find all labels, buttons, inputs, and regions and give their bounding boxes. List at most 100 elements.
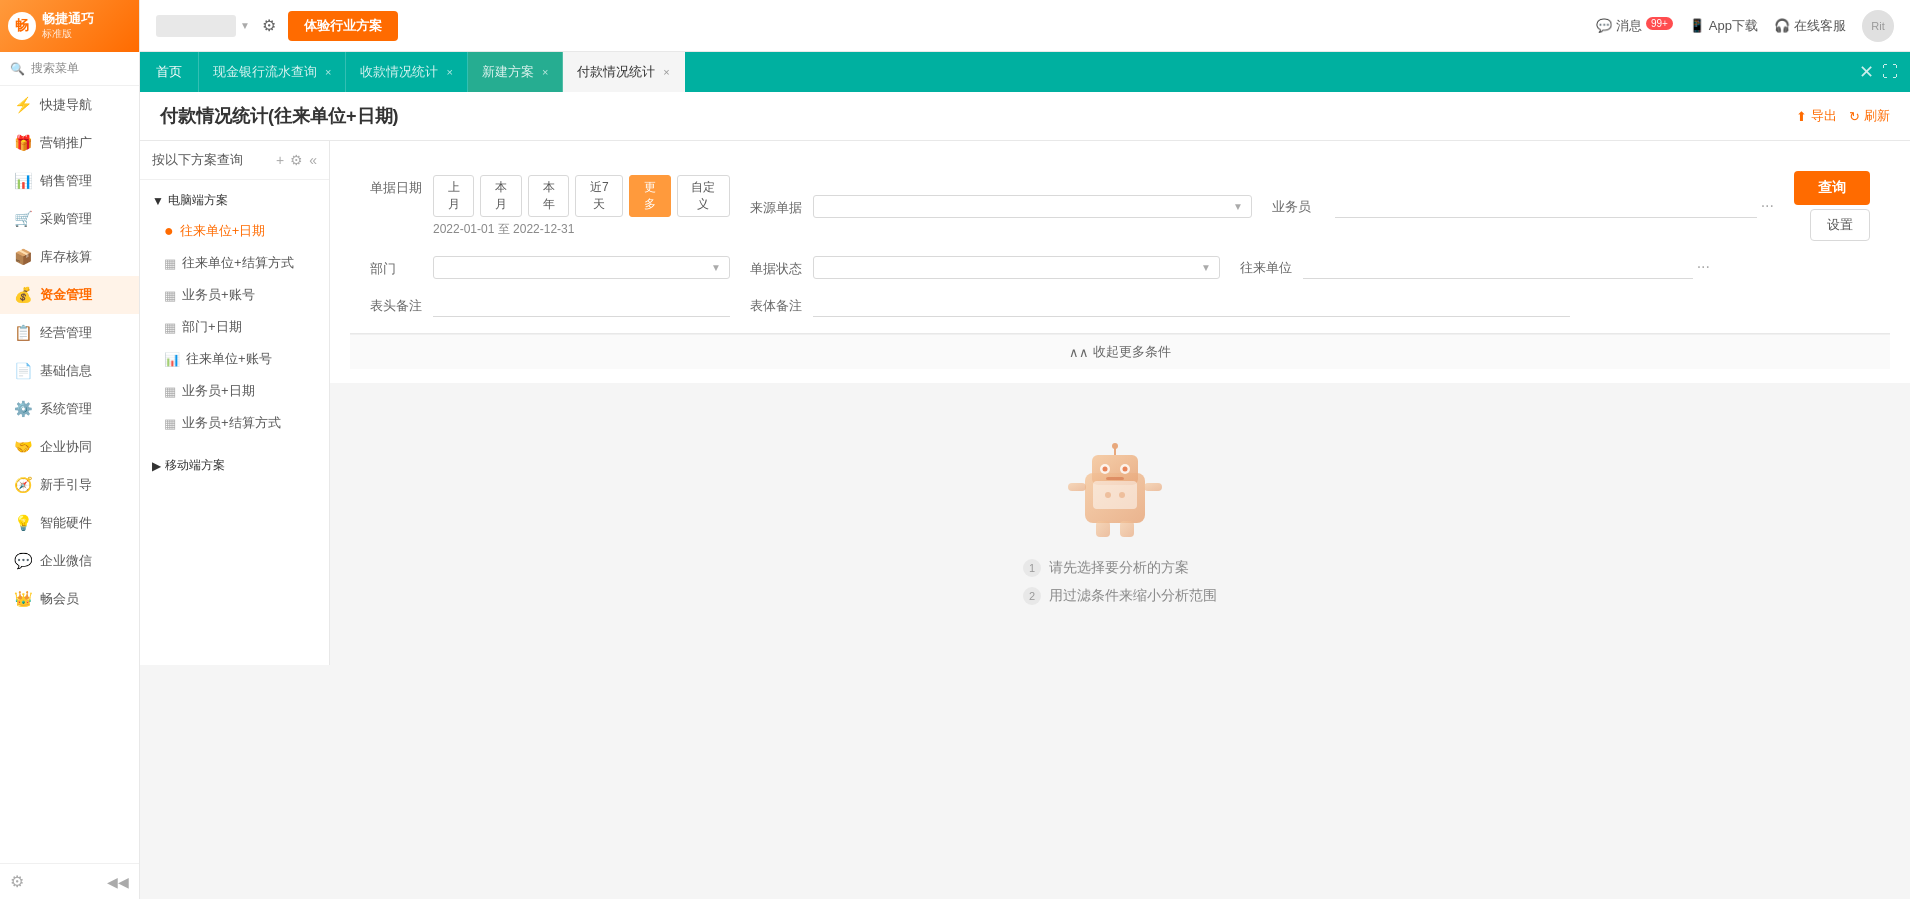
tab-close-receipt[interactable]: ×	[446, 66, 452, 78]
query-button[interactable]: 查询	[1794, 171, 1870, 205]
date-filter-group: 单据日期 上月 本月 本年 近7天 更多 自定义	[370, 175, 730, 238]
sidebar-item-guide[interactable]: 🧭 新手引导	[0, 466, 139, 504]
message-icon: 💬	[1596, 18, 1612, 33]
sidebar-item-sys-mgmt[interactable]: ⚙️ 系统管理	[0, 390, 139, 428]
sidebar-item-smart-hw[interactable]: 💡 智能硬件	[0, 504, 139, 542]
tab-home[interactable]: 首页	[140, 52, 199, 92]
body-note-input[interactable]	[813, 293, 1570, 317]
head-note-input[interactable]	[433, 293, 730, 317]
sidebar-item-purchase[interactable]: 🛒 采购管理	[0, 200, 139, 238]
date-btn-last-month[interactable]: 上月	[433, 175, 474, 217]
svg-point-8	[1112, 443, 1118, 449]
scheme-grid-icon-2: ▦	[164, 288, 176, 303]
body-note-label: 表体备注	[750, 293, 805, 315]
svg-rect-10	[1144, 483, 1162, 491]
footer-settings-icon[interactable]: ⚙	[10, 872, 24, 891]
tab-new-scheme[interactable]: 新建方案 ×	[468, 52, 563, 92]
footer-collapse-icon[interactable]: ◀◀	[107, 874, 129, 890]
mobile-scheme-section: ▶ 移动端方案	[140, 445, 329, 486]
date-btn-this-year[interactable]: 本年	[528, 175, 569, 217]
filter-row-3: 表头备注 表体备注	[370, 293, 1870, 317]
search-menu[interactable]: 🔍 搜索菜单	[0, 52, 139, 86]
date-btn-7days[interactable]: 近7天	[575, 175, 623, 217]
dept-label: 部门	[370, 256, 425, 278]
svg-rect-11	[1093, 481, 1137, 509]
close-all-icon[interactable]: ✕	[1859, 61, 1874, 83]
bill-status-select[interactable]: ▼	[813, 256, 1220, 279]
sidebar-item-operation[interactable]: 📋 经营管理	[0, 314, 139, 352]
nav-icon-marketing: 🎁	[14, 134, 32, 152]
tab-bar: 首页 现金银行流水查询 × 收款情况统计 × 新建方案 × 付款情况统计 × ✕…	[140, 52, 1910, 92]
desktop-section-title[interactable]: ▼ 电脑端方案	[140, 186, 329, 215]
tab-close-new-scheme[interactable]: ×	[542, 66, 548, 78]
sidebar-item-sales[interactable]: 📊 销售管理	[0, 162, 139, 200]
mobile-section-arrow-icon: ▶	[152, 459, 161, 473]
tab-close-payment[interactable]: ×	[663, 66, 669, 78]
tab-close-bank-flow[interactable]: ×	[325, 66, 331, 78]
online-service-item[interactable]: 🎧 在线客服	[1774, 17, 1846, 35]
tab-receipt-stats[interactable]: 收款情况统计 ×	[346, 52, 467, 92]
dept-chevron-icon: ▼	[711, 262, 721, 273]
sidebar-item-basic-info[interactable]: 📄 基础信息	[0, 352, 139, 390]
tip-num-2: 2	[1023, 587, 1041, 605]
maximize-icon[interactable]: ⛶	[1882, 63, 1898, 81]
nav-icon-operation: 📋	[14, 324, 32, 342]
add-scheme-icon[interactable]: +	[276, 152, 284, 168]
messages-item[interactable]: 💬 消息 99+	[1596, 17, 1673, 35]
export-button[interactable]: ⬆ 导出	[1796, 107, 1837, 125]
partner-group: 往来单位 ···	[1240, 255, 1710, 279]
nav-icon-purchase: 🛒	[14, 210, 32, 228]
sidebar-item-quick-nav[interactable]: ⚡ 快捷导航	[0, 86, 139, 124]
panel-collapse-icon[interactable]: «	[309, 152, 317, 168]
date-btn-more[interactable]: 更多	[629, 175, 670, 217]
bill-status-group: 单据状态 ▼	[750, 256, 1220, 279]
tip-num-1: 1	[1023, 559, 1041, 577]
sidebar-item-marketing[interactable]: 🎁 营销推广	[0, 124, 139, 162]
nav-icon-guide: 🧭	[14, 476, 32, 494]
empty-tips: 1 请先选择要分析的方案 2 用过滤条件来缩小分析范围	[1023, 559, 1217, 605]
sidebar-item-fund[interactable]: 💰 资金管理	[0, 276, 139, 314]
dept-select[interactable]: ▼	[433, 256, 730, 279]
scheme-item-partner-date[interactable]: ● 往来单位+日期	[140, 215, 329, 247]
source-bill-select[interactable]: ▼	[813, 195, 1252, 218]
scheme-item-staff-settlement[interactable]: ▦ 业务员+结算方式	[140, 407, 329, 439]
date-btn-this-month[interactable]: 本月	[480, 175, 521, 217]
partner-more-icon[interactable]: ···	[1697, 258, 1710, 276]
sidebar-item-inventory[interactable]: 📦 库存核算	[0, 238, 139, 276]
staff-more-icon[interactable]: ···	[1761, 197, 1774, 215]
date-btn-custom[interactable]: 自定义	[677, 175, 730, 217]
mobile-section-title[interactable]: ▶ 移动端方案	[140, 451, 329, 480]
app-download-item[interactable]: 📱 App下载	[1689, 17, 1758, 35]
refresh-button[interactable]: ↻ 刷新	[1849, 107, 1890, 125]
partner-input[interactable]	[1303, 255, 1693, 279]
sidebar-header: 畅 畅捷通巧 标准版	[0, 0, 139, 52]
staff-input[interactable]	[1335, 194, 1757, 218]
nav-icon-inventory: 📦	[14, 248, 32, 266]
trial-button[interactable]: 体验行业方案	[288, 11, 398, 41]
sidebar-item-member[interactable]: 👑 畅会员	[0, 580, 139, 618]
scheme-item-dept-date[interactable]: ▦ 部门+日期	[140, 311, 329, 343]
filter-settings-button[interactable]: 设置	[1810, 209, 1870, 241]
body-note-group: 表体备注	[750, 293, 1570, 317]
sidebar-item-enterprise[interactable]: 🤝 企业协同	[0, 428, 139, 466]
tab-bank-flow[interactable]: 现金银行流水查询 ×	[199, 52, 346, 92]
panel-header: 按以下方案查询 + ⚙ «	[140, 141, 329, 180]
scheme-item-partner-account[interactable]: 📊 往来单位+账号	[140, 343, 329, 375]
user-avatar[interactable]: Rit	[1862, 10, 1894, 42]
collapse-more-btn[interactable]: ∧∧ 收起更多条件	[350, 334, 1890, 369]
date-quick-btns: 上月 本月 本年 近7天 更多 自定义	[433, 175, 730, 217]
sidebar-item-corp-wechat[interactable]: 💬 企业微信	[0, 542, 139, 580]
nav-icon-enterprise: 🤝	[14, 438, 32, 456]
scheme-settings-icon[interactable]: ⚙	[290, 152, 303, 168]
settings-icon[interactable]: ⚙	[262, 16, 276, 35]
main-area: ▼ ⚙ 体验行业方案 💬 消息 99+ 📱 App下载 🎧 在线客服 Rit 首…	[140, 0, 1910, 899]
tab-payment-stats[interactable]: 付款情况统计 ×	[563, 52, 684, 92]
chevron-down-icon[interactable]: ▼	[240, 20, 250, 31]
collapse-up-icon: ∧∧	[1069, 345, 1089, 360]
main-split: 按以下方案查询 + ⚙ « ▼ 电脑端方案 ● 往来单位+日期	[140, 141, 1910, 665]
scheme-item-staff-date[interactable]: ▦ 业务员+日期	[140, 375, 329, 407]
staff-label: 业务员	[1272, 194, 1327, 216]
nav-icon-member: 👑	[14, 590, 32, 608]
scheme-item-partner-settlement[interactable]: ▦ 往来单位+结算方式	[140, 247, 329, 279]
scheme-item-staff-account[interactable]: ▦ 业务员+账号	[140, 279, 329, 311]
